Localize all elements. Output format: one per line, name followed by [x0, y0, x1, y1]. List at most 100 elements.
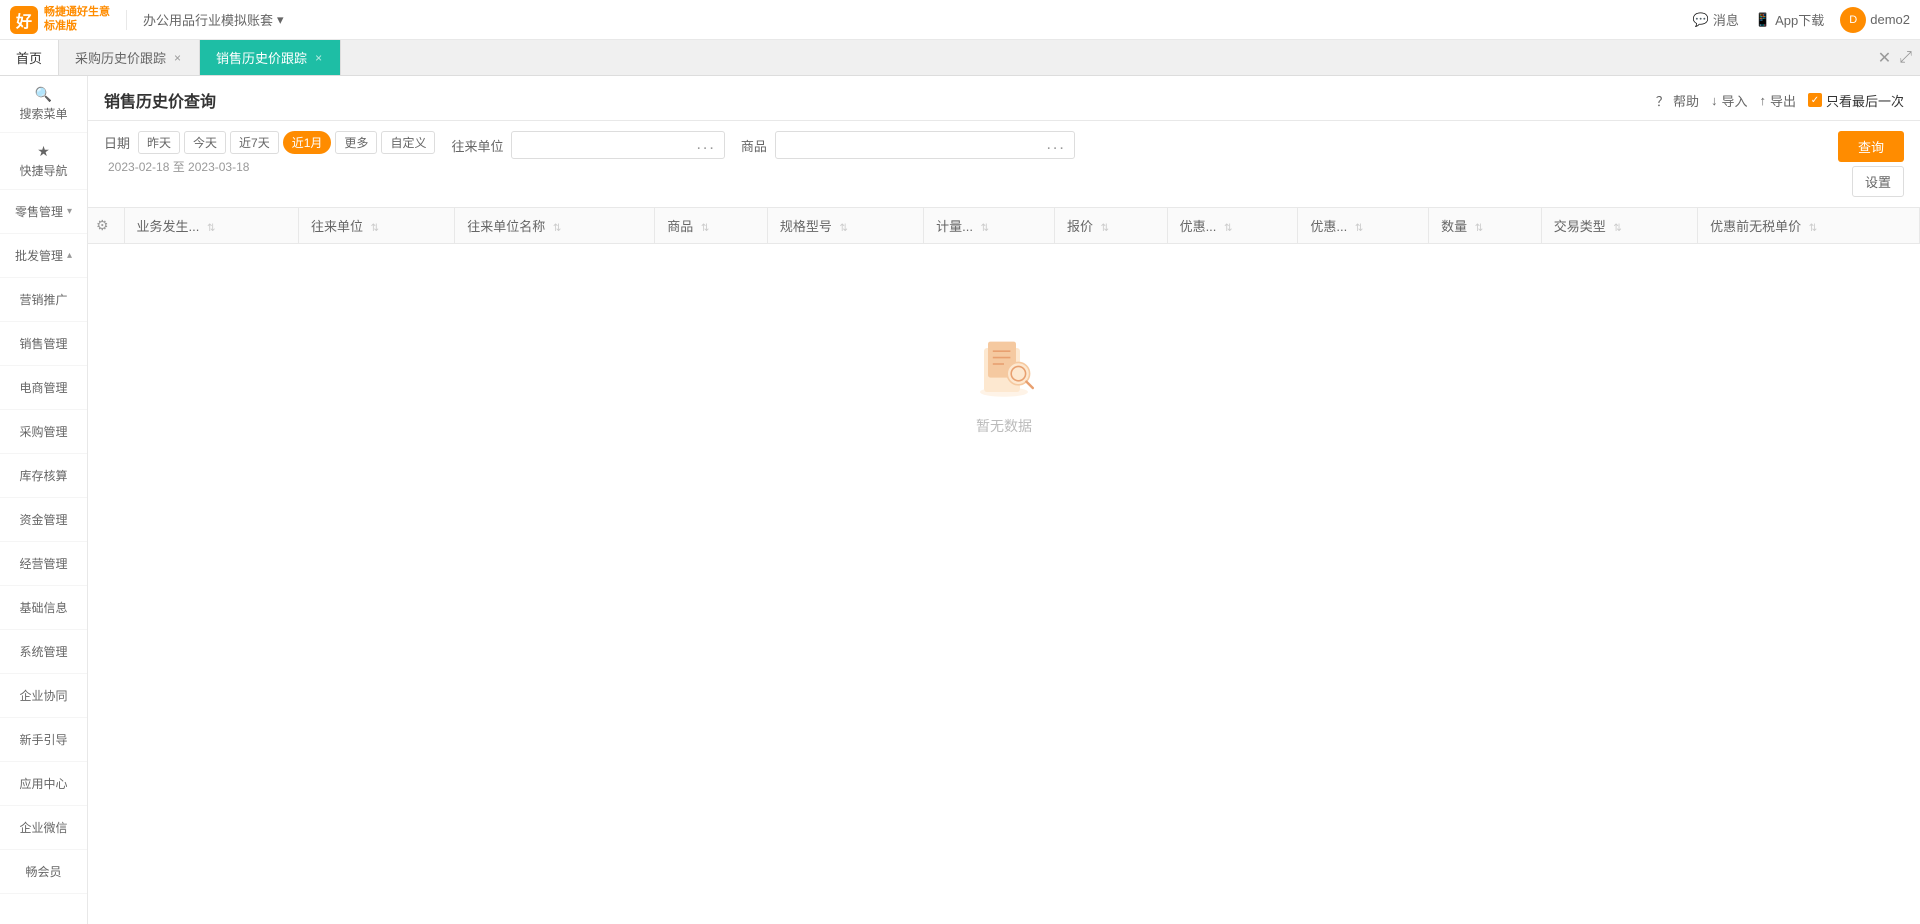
sidebar-item-retail[interactable]: 零售管理 ▾ — [0, 190, 87, 234]
partner-label: 往来单位 — [451, 136, 503, 155]
close-tab-purchase[interactable]: × — [172, 51, 183, 65]
col-pretax-price[interactable]: 优惠前无税单价 ⇅ — [1698, 208, 1920, 244]
app-download-btn[interactable]: 📱 App下载 — [1755, 10, 1824, 29]
col-discount1[interactable]: 优惠... ⇅ — [1167, 208, 1298, 244]
expand-icon[interactable]: ⤢ — [1899, 49, 1912, 67]
table-settings-icon[interactable]: ⚙ — [96, 217, 109, 233]
date-label: 日期 — [104, 133, 130, 152]
sort-icon-product: ⇅ — [701, 223, 709, 234]
message-btn[interactable]: 💬 消息 — [1693, 10, 1739, 29]
partner-ellipsis: ... — [696, 136, 715, 154]
product-input[interactable]: ... — [775, 131, 1075, 159]
product-ellipsis: ... — [1046, 136, 1065, 154]
sidebar-item-finance[interactable]: 资金管理 — [0, 498, 87, 542]
date-btn-custom[interactable]: 自定义 — [381, 131, 435, 154]
sidebar-item-app-center[interactable]: 应用中心 — [0, 762, 87, 806]
tab-bar: 首页 采购历史价跟踪 × 销售历史价跟踪 × ✕ ⤢ — [0, 40, 1920, 76]
product-input-field[interactable] — [784, 138, 1047, 153]
date-filter-group: 日期 昨天 今天 近7天 近1月 更多 自定义 — [104, 131, 435, 154]
col-trade-type[interactable]: 交易类型 ⇅ — [1541, 208, 1697, 244]
col-partner-code[interactable]: 往来单位 ⇅ — [298, 208, 454, 244]
col-product[interactable]: 商品 ⇅ — [655, 208, 768, 244]
col-discount2[interactable]: 优惠... ⇅ — [1298, 208, 1429, 244]
empty-illustration — [964, 324, 1044, 404]
col-quote[interactable]: 报价 ⇅ — [1054, 208, 1167, 244]
sidebar-item-marketing[interactable]: 营销推广 — [0, 278, 87, 322]
sidebar-item-wechat[interactable]: 企业微信 — [0, 806, 87, 850]
page-header-actions: ？ 帮助 ↓ 导入 ↑ 导出 ✓ 只看最后一次 — [1656, 91, 1904, 110]
sidebar-item-system[interactable]: 系统管理 — [0, 630, 87, 674]
tab-home[interactable]: 首页 — [0, 40, 59, 75]
main-layout: 🔍 搜索菜单 ★ 快捷导航 零售管理 ▾ 批发管理 ▴ 营销推广 销售管理 电商… — [0, 76, 1920, 924]
sort-icon-quantity: ⇅ — [1475, 223, 1483, 234]
checkbox-icon: ✓ — [1808, 93, 1822, 107]
sidebar-item-purchase[interactable]: 采购管理 — [0, 410, 87, 454]
sidebar-item-search[interactable]: 🔍 搜索菜单 — [0, 76, 87, 133]
filter-area: 日期 昨天 今天 近7天 近1月 更多 自定义 2023-02-18 至 202… — [88, 121, 1920, 208]
date-btn-last1m[interactable]: 近1月 — [283, 131, 332, 154]
sidebar-item-sales-mgmt[interactable]: 销售管理 — [0, 322, 87, 366]
date-btn-yesterday[interactable]: 昨天 — [138, 131, 180, 154]
help-btn[interactable]: ？ 帮助 — [1656, 91, 1699, 110]
date-buttons: 昨天 今天 近7天 近1月 更多 自定义 — [138, 131, 435, 154]
header-right: 💬 消息 📱 App下载 D demo2 — [1693, 7, 1910, 33]
col-quantity[interactable]: 数量 ⇅ — [1429, 208, 1542, 244]
tab-sales-history[interactable]: 销售历史价跟踪 × — [200, 40, 341, 75]
tab-purchase-history[interactable]: 采购历史价跟踪 × — [59, 40, 200, 75]
sidebar-item-ecommerce[interactable]: 电商管理 — [0, 366, 87, 410]
close-tab-sales[interactable]: × — [313, 51, 324, 65]
product-label: 商品 — [741, 136, 767, 155]
message-icon: 💬 — [1693, 12, 1709, 28]
date-btn-last7[interactable]: 近7天 — [230, 131, 279, 154]
import-btn[interactable]: ↓ 导入 — [1711, 91, 1748, 110]
col-partner-name[interactable]: 往来单位名称 ⇅ — [455, 208, 655, 244]
sort-icon-partner-name: ⇅ — [553, 223, 561, 234]
partner-input-field[interactable] — [520, 138, 696, 153]
sidebar-item-newbie[interactable]: 新手引导 — [0, 718, 87, 762]
partner-input[interactable]: ... — [511, 131, 724, 159]
data-table: ⚙ 业务发生... ⇅ 往来单位 ⇅ 往来单位名称 ⇅ — [88, 208, 1920, 244]
date-btn-today[interactable]: 今天 — [184, 131, 226, 154]
user-area[interactable]: D demo2 — [1840, 7, 1910, 33]
star-icon: ★ — [37, 143, 50, 160]
close-all-tabs-icon[interactable]: ✕ — [1878, 48, 1891, 68]
logo-text: 畅捷通好生意 标准版 — [44, 6, 110, 32]
only-last-checkbox[interactable]: ✓ 只看最后一次 — [1808, 91, 1904, 110]
export-btn[interactable]: ↑ 导出 — [1759, 91, 1796, 110]
sidebar-item-member[interactable]: 畅会员 — [0, 850, 87, 894]
product-filter-group: 商品 ... — [741, 131, 1075, 159]
partner-filter-group: 往来单位 ... — [451, 131, 724, 159]
date-btn-more[interactable]: 更多 — [335, 131, 377, 154]
col-unit[interactable]: 计量... ⇅ — [924, 208, 1055, 244]
sidebar-item-basic[interactable]: 基础信息 — [0, 586, 87, 630]
tab-bar-actions: ✕ ⤢ — [1870, 40, 1920, 75]
filter-date-section: 日期 昨天 今天 近7天 近1月 更多 自定义 2023-02-18 至 202… — [104, 131, 435, 175]
col-biz-date[interactable]: 业务发生... ⇅ — [124, 208, 298, 244]
sort-icon-discount2: ⇅ — [1355, 223, 1363, 234]
empty-text: 暂无数据 — [976, 416, 1032, 436]
settings-filter-btn[interactable]: 设置 — [1852, 166, 1904, 197]
sidebar-item-inventory[interactable]: 库存核算 — [0, 454, 87, 498]
logo-area: 好 畅捷通好生意 标准版 — [10, 6, 110, 34]
sort-icon-partner-code: ⇅ — [371, 223, 379, 234]
import-icon: ↓ — [1711, 93, 1718, 108]
sidebar-item-enterprise[interactable]: 企业协同 — [0, 674, 87, 718]
export-icon: ↑ — [1759, 93, 1766, 108]
chevron-up-icon: ▴ — [67, 250, 72, 261]
sidebar: 🔍 搜索菜单 ★ 快捷导航 零售管理 ▾ 批发管理 ▴ 营销推广 销售管理 电商… — [0, 76, 88, 924]
sort-icon-spec: ⇅ — [840, 223, 848, 234]
col-spec[interactable]: 规格型号 ⇅ — [767, 208, 923, 244]
help-icon: ？ — [1656, 91, 1669, 110]
sidebar-item-operations[interactable]: 经营管理 — [0, 542, 87, 586]
content-area: 销售历史价查询 ？ 帮助 ↓ 导入 ↑ 导出 ✓ 只 — [88, 76, 1920, 924]
industry-dropdown[interactable]: 办公用品行业模拟账套 ▾ — [143, 10, 284, 29]
sidebar-item-wholesale[interactable]: 批发管理 ▴ — [0, 234, 87, 278]
avatar: D — [1840, 7, 1866, 33]
page-title: 销售历史价查询 — [104, 88, 216, 112]
sort-icon-quote: ⇅ — [1101, 223, 1109, 234]
top-header: 好 畅捷通好生意 标准版 办公用品行业模拟账套 ▾ 💬 消息 📱 App下载 D… — [0, 0, 1920, 40]
chevron-down-icon: ▾ — [67, 206, 72, 217]
filter-actions: 查询 设置 — [1838, 131, 1904, 197]
sidebar-item-shortcut[interactable]: ★ 快捷导航 — [0, 133, 87, 190]
search-btn[interactable]: 查询 — [1838, 131, 1904, 162]
